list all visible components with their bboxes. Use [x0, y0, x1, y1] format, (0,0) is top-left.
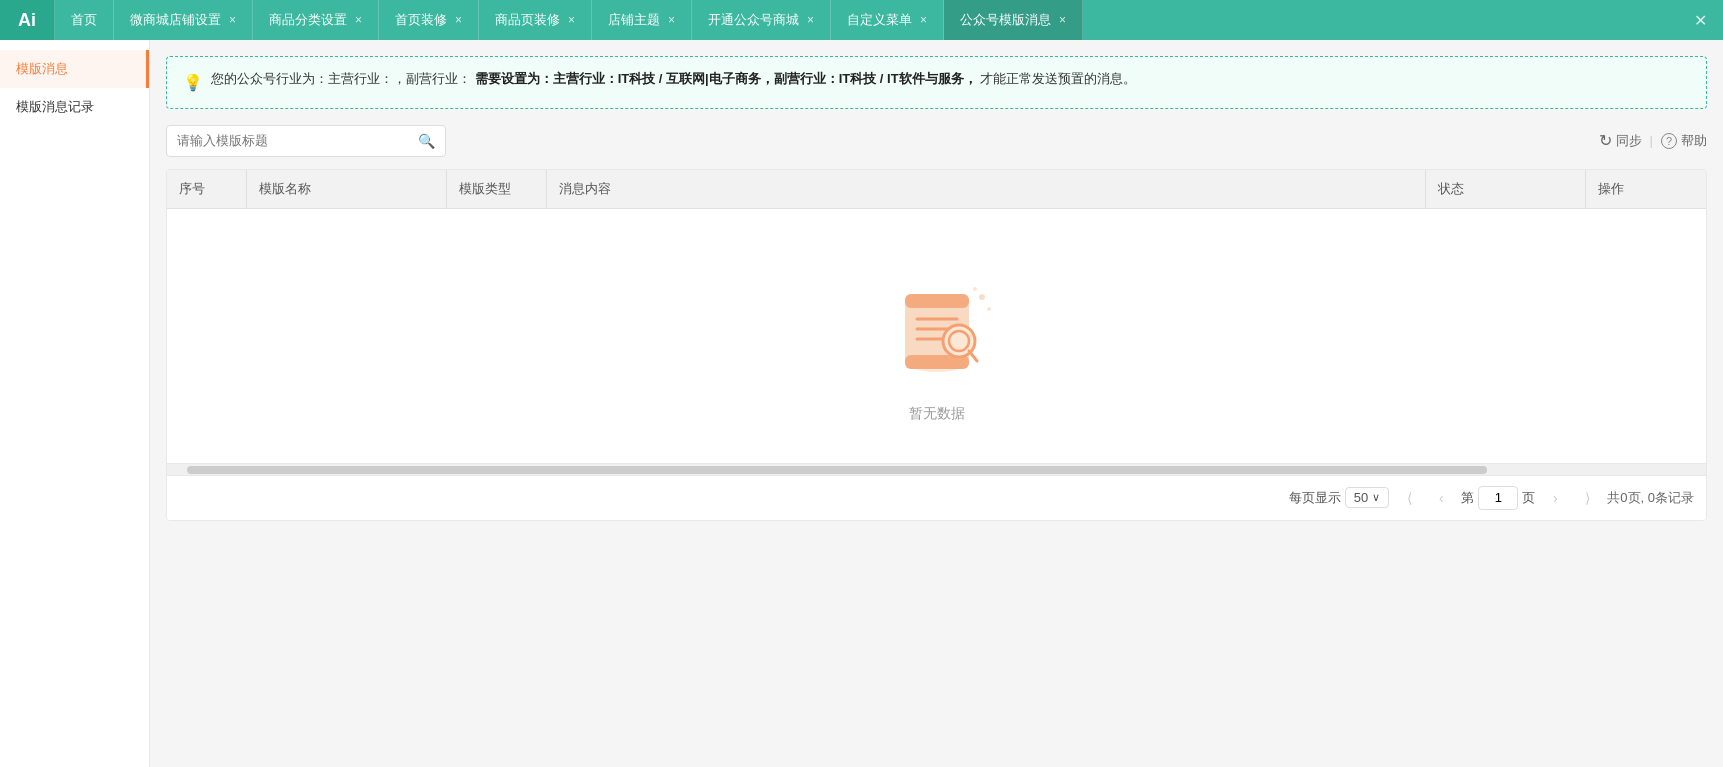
empty-state: 暂无数据: [167, 209, 1706, 463]
divider: |: [1650, 133, 1653, 148]
svg-point-11: [987, 307, 991, 311]
sidebar: 模版消息 模版消息记录: [0, 40, 150, 767]
next-page-icon: ›: [1553, 490, 1558, 506]
close-product-page-decor-icon[interactable]: ×: [568, 13, 575, 27]
notice-highlight: 需要设置为：主营行业：IT科技 / 互联网|电子商务，副营行业：IT科技 / I…: [475, 71, 977, 86]
th-status: 状态: [1426, 170, 1586, 208]
empty-text: 暂无数据: [909, 405, 965, 423]
notice-box: 💡 您的公众号行业为：主营行业：，副营行业： 需要设置为：主营行业：IT科技 /…: [166, 56, 1707, 109]
svg-line-9: [969, 351, 977, 361]
search-bar: 🔍 ↻ 同步 | ? 帮助: [166, 125, 1707, 157]
page-label-post: 页: [1522, 489, 1535, 507]
content-area: 💡 您的公众号行业为：主营行业：，副营行业： 需要设置为：主营行业：IT科技 /…: [150, 40, 1723, 767]
help-button[interactable]: ? 帮助: [1661, 132, 1707, 150]
sync-icon: ↻: [1599, 131, 1612, 150]
nav-tab-open-mall-label: 开通公众号商城: [708, 11, 799, 29]
close-shop-settings-icon[interactable]: ×: [229, 13, 236, 27]
search-input-wrap[interactable]: 🔍: [166, 125, 446, 157]
close-product-category-icon[interactable]: ×: [355, 13, 362, 27]
pagination-bar: 每页显示 50 ∨ ⟨ ‹ 第 页: [167, 475, 1706, 520]
notice-text: 您的公众号行业为：主营行业：，副营行业： 需要设置为：主营行业：IT科技 / 互…: [211, 69, 1136, 90]
app-logo: Ai: [0, 0, 55, 40]
page-input-wrap: 第 页: [1461, 486, 1535, 510]
main-layout: 模版消息 模版消息记录 💡 您的公众号行业为：主营行业：，副营行业： 需要设置为…: [0, 40, 1723, 767]
nav-tab-product-category[interactable]: 商品分类设置 ×: [253, 0, 379, 40]
close-template-msg-icon[interactable]: ×: [1059, 13, 1066, 27]
first-page-icon: ⟨: [1407, 490, 1412, 506]
sync-label: 同步: [1616, 132, 1642, 150]
scrollbar-thumb[interactable]: [187, 466, 1487, 474]
nav-tab-custom-menu[interactable]: 自定义菜单 ×: [831, 0, 944, 40]
next-page-button[interactable]: ›: [1543, 486, 1567, 510]
nav-tab-homepage-decor[interactable]: 首页装修 ×: [379, 0, 479, 40]
prev-page-button[interactable]: ‹: [1429, 486, 1453, 510]
table-wrap: 序号 模版名称 模版类型 消息内容 状态 操作: [166, 169, 1707, 521]
help-icon: ?: [1661, 133, 1677, 149]
close-open-mall-icon[interactable]: ×: [807, 13, 814, 27]
help-label: 帮助: [1681, 132, 1707, 150]
page-size-label: 每页显示: [1289, 489, 1341, 507]
sidebar-item-template-msg-log-label: 模版消息记录: [16, 99, 94, 114]
total-info: 共0页, 0条记录: [1607, 489, 1694, 507]
sidebar-item-template-msg-log[interactable]: 模版消息记录: [0, 88, 149, 126]
th-name: 模版名称: [247, 170, 447, 208]
page-number-input[interactable]: [1478, 486, 1518, 510]
th-type: 模版类型: [447, 170, 547, 208]
empty-state-icon: [877, 269, 997, 389]
close-custom-menu-icon[interactable]: ×: [920, 13, 927, 27]
search-icon[interactable]: 🔍: [418, 133, 435, 149]
last-page-icon: ⟩: [1585, 490, 1590, 506]
svg-point-10: [979, 294, 985, 300]
chevron-down-icon: ∨: [1372, 491, 1380, 504]
page-label-pre: 第: [1461, 489, 1474, 507]
nav-tab-home[interactable]: 首页: [55, 0, 114, 40]
sync-button[interactable]: ↻ 同步: [1599, 131, 1642, 150]
nav-tab-product-page-decor[interactable]: 商品页装修 ×: [479, 0, 592, 40]
horizontal-scrollbar[interactable]: [167, 463, 1706, 475]
page-size-dropdown[interactable]: 50 ∨: [1345, 487, 1389, 508]
search-right-actions: ↻ 同步 | ? 帮助: [1599, 131, 1707, 150]
close-shop-theme-icon[interactable]: ×: [668, 13, 675, 27]
nav-tab-shop-theme[interactable]: 店铺主题 ×: [592, 0, 692, 40]
sidebar-item-template-msg[interactable]: 模版消息: [0, 50, 149, 88]
close-all-button[interactable]: ✕: [1678, 11, 1723, 30]
nav-tab-template-msg[interactable]: 公众号模版消息 ×: [944, 0, 1083, 40]
first-page-button[interactable]: ⟨: [1397, 486, 1421, 510]
nav-tab-shop-settings[interactable]: 微商城店铺设置 ×: [114, 0, 253, 40]
th-seq: 序号: [167, 170, 247, 208]
prev-page-icon: ‹: [1439, 490, 1444, 506]
page-size-value: 50: [1354, 490, 1368, 505]
nav-tab-home-label: 首页: [71, 11, 97, 29]
nav-tab-product-category-label: 商品分类设置: [269, 11, 347, 29]
nav-tab-product-page-decor-label: 商品页装修: [495, 11, 560, 29]
last-page-button[interactable]: ⟩: [1575, 486, 1599, 510]
close-homepage-decor-icon[interactable]: ×: [455, 13, 462, 27]
nav-tab-homepage-decor-label: 首页装修: [395, 11, 447, 29]
nav-tab-shop-theme-label: 店铺主题: [608, 11, 660, 29]
svg-point-12: [973, 287, 977, 291]
sidebar-item-template-msg-label: 模版消息: [16, 61, 68, 76]
th-action: 操作: [1586, 170, 1706, 208]
th-content: 消息内容: [547, 170, 1426, 208]
nav-tab-template-msg-label: 公众号模版消息: [960, 11, 1051, 29]
notice-icon: 💡: [183, 70, 203, 96]
nav-tab-open-mall[interactable]: 开通公众号商城 ×: [692, 0, 831, 40]
nav-tab-custom-menu-label: 自定义菜单: [847, 11, 912, 29]
page-size-select: 每页显示 50 ∨: [1289, 487, 1389, 508]
table-header: 序号 模版名称 模版类型 消息内容 状态 操作: [167, 170, 1706, 209]
top-nav: Ai 首页 微商城店铺设置 × 商品分类设置 × 首页装修 × 商品页装修 × …: [0, 0, 1723, 40]
svg-rect-2: [905, 294, 969, 308]
nav-tab-shop-settings-label: 微商城店铺设置: [130, 11, 221, 29]
search-input[interactable]: [177, 133, 418, 148]
